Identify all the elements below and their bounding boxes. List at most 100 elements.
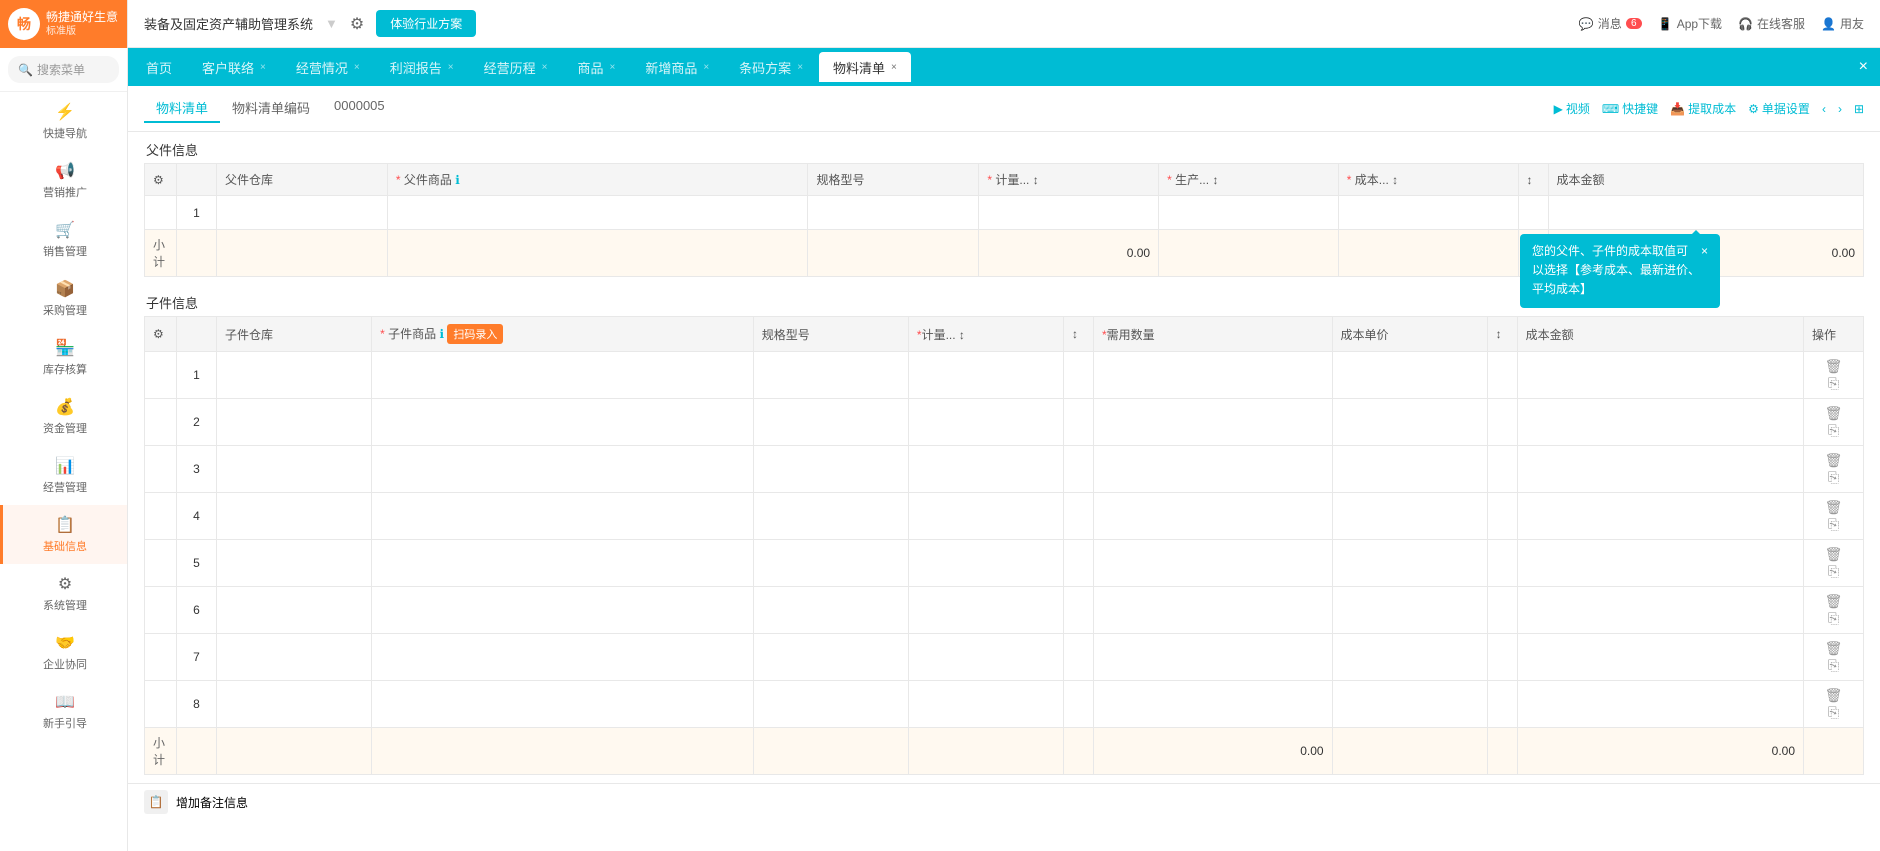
child-row-goods[interactable] [372,446,754,493]
delete-row-button[interactable]: 🗑 [1825,546,1843,562]
child-row-unit-cost[interactable] [1332,446,1487,493]
delete-row-button[interactable]: 🗑 [1825,593,1843,609]
copy-row-button[interactable]: ⎘ [1828,610,1839,626]
child-row-warehouse[interactable] [217,587,372,634]
child-row-goods[interactable] [372,587,754,634]
close-all-tabs-button[interactable]: × [1851,58,1876,76]
child-row-spec[interactable] [753,493,908,540]
child-row-unit-cost[interactable] [1332,493,1487,540]
tab-barcode[interactable]: 条码方案 × [725,52,817,82]
tab-close-profit[interactable]: × [448,62,454,73]
tab-bom[interactable]: 物料清单 × [819,52,911,82]
parent-row-cost[interactable] [1338,196,1518,230]
sidebar-item-basic-info[interactable]: 📋 基础信息 [0,505,127,564]
nav-next-button[interactable]: › [1838,102,1842,116]
tab-goods[interactable]: 商品 × [563,52,629,82]
copy-row-button[interactable]: ⎘ [1828,704,1839,720]
copy-row-button[interactable]: ⎘ [1828,469,1839,485]
delete-row-button[interactable]: 🗑 [1825,499,1843,515]
child-row-spec[interactable] [753,352,908,399]
search-menu-button[interactable]: 🔍 搜索菜单 [8,56,119,83]
child-col-settings[interactable]: ⚙ [145,317,177,352]
delete-row-button[interactable]: 🗑 [1825,452,1843,468]
child-row-unit-cost[interactable] [1332,399,1487,446]
child-row-goods[interactable] [372,540,754,587]
sidebar-item-purchase[interactable]: 📦 采购管理 [0,269,127,328]
sidebar-item-finance[interactable]: 💰 资金管理 [0,387,127,446]
child-row-quantity[interactable] [1093,493,1332,540]
parent-col-settings[interactable]: ⚙ [145,164,177,196]
tab-close-customer[interactable]: × [260,62,266,73]
shortcut-action[interactable]: ⌨ 快捷键 [1602,100,1658,117]
tab-close-history[interactable]: × [542,62,548,73]
sidebar-item-operations[interactable]: 📊 经营管理 [0,446,127,505]
tab-new-goods[interactable]: 新增商品 × [631,52,723,82]
delete-row-button[interactable]: 🗑 [1825,687,1843,703]
child-row-warehouse[interactable] [217,681,372,728]
copy-row-button[interactable]: ⎘ [1828,422,1839,438]
child-row-spec[interactable] [753,540,908,587]
child-row-warehouse[interactable] [217,352,372,399]
user-menu-button[interactable]: 👤 用友 [1821,15,1864,32]
tooltip-close-button[interactable]: × [1701,242,1708,261]
child-row-quantity[interactable] [1093,681,1332,728]
child-row-goods[interactable] [372,493,754,540]
child-row-unit[interactable] [908,587,1063,634]
child-row-quantity[interactable] [1093,587,1332,634]
child-row-quantity[interactable] [1093,634,1332,681]
child-row-goods[interactable] [372,634,754,681]
grid-view-button[interactable]: ⊞ [1854,102,1864,116]
child-row-unit[interactable] [908,634,1063,681]
tab-profit[interactable]: 利润报告 × [376,52,468,82]
sidebar-item-guide[interactable]: 📖 新手引导 [0,682,127,741]
child-row-goods[interactable] [372,681,754,728]
tab-close-goods[interactable]: × [609,62,615,73]
child-row-quantity[interactable] [1093,446,1332,493]
child-row-unit[interactable] [908,352,1063,399]
child-row-unit-cost[interactable] [1332,540,1487,587]
child-row-goods[interactable] [372,399,754,446]
copy-row-button[interactable]: ⎘ [1828,563,1839,579]
parent-row-produce[interactable] [1159,196,1339,230]
child-row-quantity[interactable] [1093,352,1332,399]
child-row-unit[interactable] [908,446,1063,493]
sidebar-item-marketing[interactable]: 📢 营销推广 [0,151,127,210]
tab-operation[interactable]: 经营情况 × [282,52,374,82]
child-row-spec[interactable] [753,634,908,681]
tab-close-barcode[interactable]: × [797,62,803,73]
child-row-unit[interactable] [908,681,1063,728]
tab-customer[interactable]: 客户联络 × [188,52,280,82]
copy-row-button[interactable]: ⎘ [1828,657,1839,673]
online-support-button[interactable]: 🎧 在线客服 [1738,15,1805,32]
parent-row-warehouse[interactable] [217,196,388,230]
single-settings-action[interactable]: ⚙ 单据设置 [1748,100,1810,117]
child-row-quantity[interactable] [1093,399,1332,446]
child-row-unit-cost[interactable] [1332,681,1487,728]
tab-close-operation[interactable]: × [354,62,360,73]
child-row-unit-cost[interactable] [1332,352,1487,399]
sidebar-item-inventory[interactable]: 🏪 库存核算 [0,328,127,387]
child-row-unit[interactable] [908,493,1063,540]
sidebar-item-enterprise[interactable]: 🤝 企业协同 [0,623,127,682]
copy-row-button[interactable]: ⎘ [1828,516,1839,532]
child-row-warehouse[interactable] [217,399,372,446]
child-row-unit-cost[interactable] [1332,587,1487,634]
view-action[interactable]: ▶ 视频 [1554,100,1590,117]
delete-row-button[interactable]: 🗑 [1825,405,1843,421]
sub-tab-bom-list[interactable]: 物料清单 [144,94,220,123]
extract-cost-action[interactable]: 📥 提取成本 [1670,100,1736,117]
message-button[interactable]: 💬 消息 6 [1579,15,1642,32]
child-row-warehouse[interactable] [217,634,372,681]
tab-history[interactable]: 经营历程 × [470,52,562,82]
nav-prev-button[interactable]: ‹ [1822,102,1826,116]
copy-row-button[interactable]: ⎘ [1828,375,1839,391]
sidebar-item-quick-nav[interactable]: ⚡ 快捷导航 [0,92,127,151]
child-row-unit[interactable] [908,399,1063,446]
experience-button[interactable]: 体验行业方案 [376,10,476,37]
delete-row-button[interactable]: 🗑 [1825,358,1843,374]
parent-row-spec[interactable] [808,196,979,230]
scan-input-button[interactable]: 扫码录入 [447,324,503,344]
child-row-spec[interactable] [753,681,908,728]
sidebar-item-system[interactable]: ⚙ 系统管理 [0,564,127,623]
sidebar-item-sales[interactable]: 🛒 销售管理 [0,210,127,269]
